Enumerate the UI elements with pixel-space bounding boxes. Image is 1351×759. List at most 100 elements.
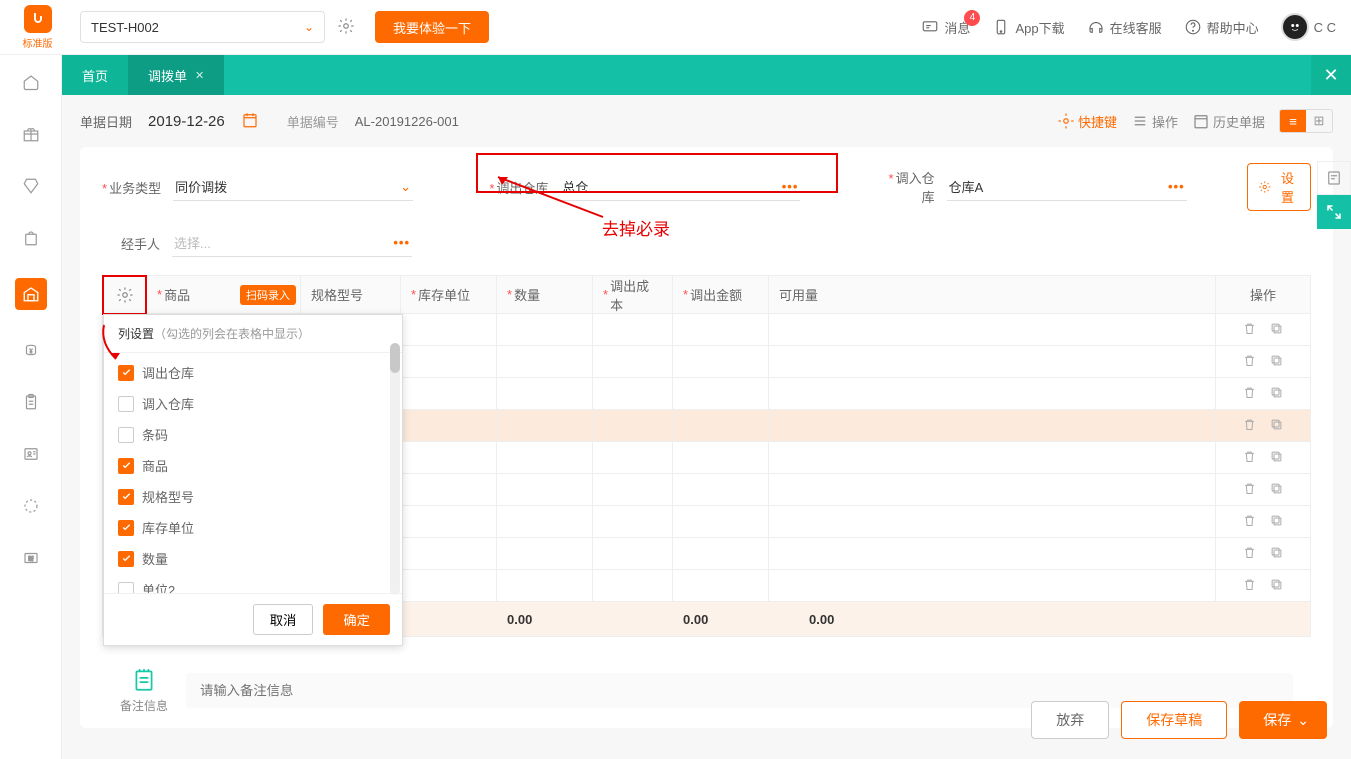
doc-date-value[interactable]: 2019-12-26 (148, 113, 225, 130)
view-grid-icon[interactable]: ⊞ (1306, 110, 1332, 132)
column-settings-popup: 列设置（勾选的列会在表格中显示） 调出仓库调入仓库条码商品规格型号库存单位数量单… (103, 314, 403, 646)
view-list-icon[interactable]: ≡ (1280, 110, 1306, 132)
delete-icon[interactable] (1242, 577, 1257, 595)
handler-select[interactable]: 选择... ••• (172, 229, 412, 257)
org-value: TEST-H002 (91, 20, 159, 35)
column-option[interactable]: 条码 (118, 419, 388, 450)
discard-button[interactable]: 放弃 (1031, 701, 1109, 739)
nav-bag-icon[interactable] (19, 226, 43, 250)
items-table: *商品扫码录入 规格型号 *库存单位 *数量 *调出成本 *调出金额 可用量 操… (102, 275, 1311, 637)
delete-icon[interactable] (1242, 417, 1257, 435)
delete-icon[interactable] (1242, 449, 1257, 467)
remarks-icon: 备注信息 (120, 667, 168, 714)
delete-icon[interactable] (1242, 481, 1257, 499)
nav-loading-icon[interactable] (19, 494, 43, 518)
more-icon: ••• (393, 235, 410, 250)
delete-icon[interactable] (1242, 513, 1257, 531)
copy-icon[interactable] (1269, 417, 1284, 435)
nav-gift-icon[interactable] (19, 122, 43, 146)
copy-icon[interactable] (1269, 321, 1284, 339)
column-option[interactable]: 商品 (118, 450, 388, 481)
app-label: App下载 (1015, 18, 1064, 37)
column-option[interactable]: 单位2 (118, 574, 388, 593)
biz-type-select[interactable]: 同价调拨 ⌄ (173, 173, 413, 201)
nav-contact-icon[interactable] (19, 442, 43, 466)
cancel-button[interactable]: 取消 (253, 604, 314, 635)
col-cost: *调出成本 (593, 276, 673, 313)
top-header: 标准版 TEST-H002 ⌄ 我要体验一下 消息 4 App下载 在线客服 帮… (0, 0, 1351, 55)
delete-icon[interactable] (1242, 353, 1257, 371)
copy-icon[interactable] (1269, 545, 1284, 563)
avatar (1281, 13, 1309, 41)
out-wh-select[interactable]: 总仓 ••• (560, 173, 800, 201)
left-sidebar: 新 (0, 55, 62, 759)
messages-link[interactable]: 消息 4 (921, 18, 970, 37)
user-menu[interactable]: C C (1281, 13, 1336, 41)
column-option[interactable]: 库存单位 (118, 512, 388, 543)
help-label: 帮助中心 (1207, 18, 1259, 37)
form-card: *业务类型 同价调拨 ⌄ *调出仓库 总仓 ••• *调入仓库 (80, 147, 1333, 728)
help-link[interactable]: 帮助中心 (1184, 18, 1259, 37)
more-icon: ••• (1168, 179, 1185, 194)
shortcut-link[interactable]: 快捷键 (1057, 112, 1117, 131)
nav-money-icon[interactable] (19, 338, 43, 362)
operate-link[interactable]: 操作 (1131, 112, 1178, 131)
tabs-close-all[interactable]: ✕ (1311, 55, 1351, 95)
side-note-icon[interactable] (1317, 161, 1351, 195)
column-option[interactable]: 调入仓库 (118, 388, 388, 419)
delete-icon[interactable] (1242, 385, 1257, 403)
column-list[interactable]: 调出仓库调入仓库条码商品规格型号库存单位数量单位2 (104, 353, 402, 593)
ok-button[interactable]: 确定 (323, 604, 390, 635)
in-wh-select[interactable]: 仓库A ••• (947, 173, 1187, 201)
column-option[interactable]: 调出仓库 (118, 357, 388, 388)
copy-icon[interactable] (1269, 385, 1284, 403)
footer-actions: 放弃 保存草稿 保存⌄ (1031, 701, 1327, 739)
biz-type-label: *业务类型 (102, 178, 161, 197)
footer-avail: 0.00 (769, 602, 1216, 636)
side-float (1317, 161, 1351, 229)
copy-icon[interactable] (1269, 577, 1284, 595)
checkbox-icon (118, 458, 134, 474)
side-expand-icon[interactable] (1317, 195, 1351, 229)
trial-button[interactable]: 我要体验一下 (375, 11, 489, 43)
nav-diamond-icon[interactable] (19, 174, 43, 198)
scan-input-tag[interactable]: 扫码录入 (240, 285, 296, 305)
copy-icon[interactable] (1269, 449, 1284, 467)
table-header: *商品扫码录入 规格型号 *库存单位 *数量 *调出成本 *调出金额 可用量 操… (103, 276, 1310, 314)
doc-no-value: AL-20191226-001 (355, 114, 459, 129)
service-link[interactable]: 在线客服 (1087, 18, 1162, 37)
column-option[interactable]: 数量 (118, 543, 388, 574)
delete-icon[interactable] (1242, 545, 1257, 563)
tab-home[interactable]: 首页 (62, 55, 128, 95)
checkbox-icon (118, 396, 134, 412)
out-wh-label: *调出仓库 (489, 178, 548, 197)
checkbox-icon (118, 551, 134, 567)
close-icon[interactable]: ✕ (195, 69, 204, 82)
nav-clipboard-icon[interactable] (19, 390, 43, 414)
save-button[interactable]: 保存⌄ (1239, 701, 1327, 739)
col-product: *商品扫码录入 (147, 276, 301, 313)
tab-transfer[interactable]: 调拨单 ✕ (128, 55, 224, 95)
org-selector[interactable]: TEST-H002 ⌄ (80, 11, 325, 43)
column-option[interactable]: 规格型号 (118, 481, 388, 512)
doc-toolbar: 快捷键 操作 历史单据 ≡ ⊞ (1057, 109, 1333, 133)
calendar-icon[interactable] (241, 111, 259, 132)
content: 单据日期 2019-12-26 单据编号 AL-20191226-001 快捷键… (62, 95, 1351, 759)
nav-home-icon[interactable] (19, 70, 43, 94)
copy-icon[interactable] (1269, 481, 1284, 499)
app-download-link[interactable]: App下载 (992, 18, 1064, 37)
chevron-down-icon: ⌄ (1297, 712, 1309, 729)
copy-icon[interactable] (1269, 513, 1284, 531)
settings-button[interactable]: 设置 (1247, 163, 1311, 211)
svg-text:新: 新 (28, 554, 34, 562)
gear-icon[interactable] (337, 17, 355, 38)
column-settings-button[interactable] (103, 276, 147, 313)
copy-icon[interactable] (1269, 353, 1284, 371)
save-draft-button[interactable]: 保存草稿 (1121, 701, 1227, 739)
popup-title: 列设置（勾选的列会在表格中显示） (104, 315, 402, 353)
history-link[interactable]: 历史单据 (1192, 112, 1265, 131)
nav-new-icon[interactable]: 新 (19, 546, 43, 570)
nav-warehouse-icon[interactable] (15, 278, 47, 310)
scrollbar[interactable] (390, 343, 400, 595)
delete-icon[interactable] (1242, 321, 1257, 339)
